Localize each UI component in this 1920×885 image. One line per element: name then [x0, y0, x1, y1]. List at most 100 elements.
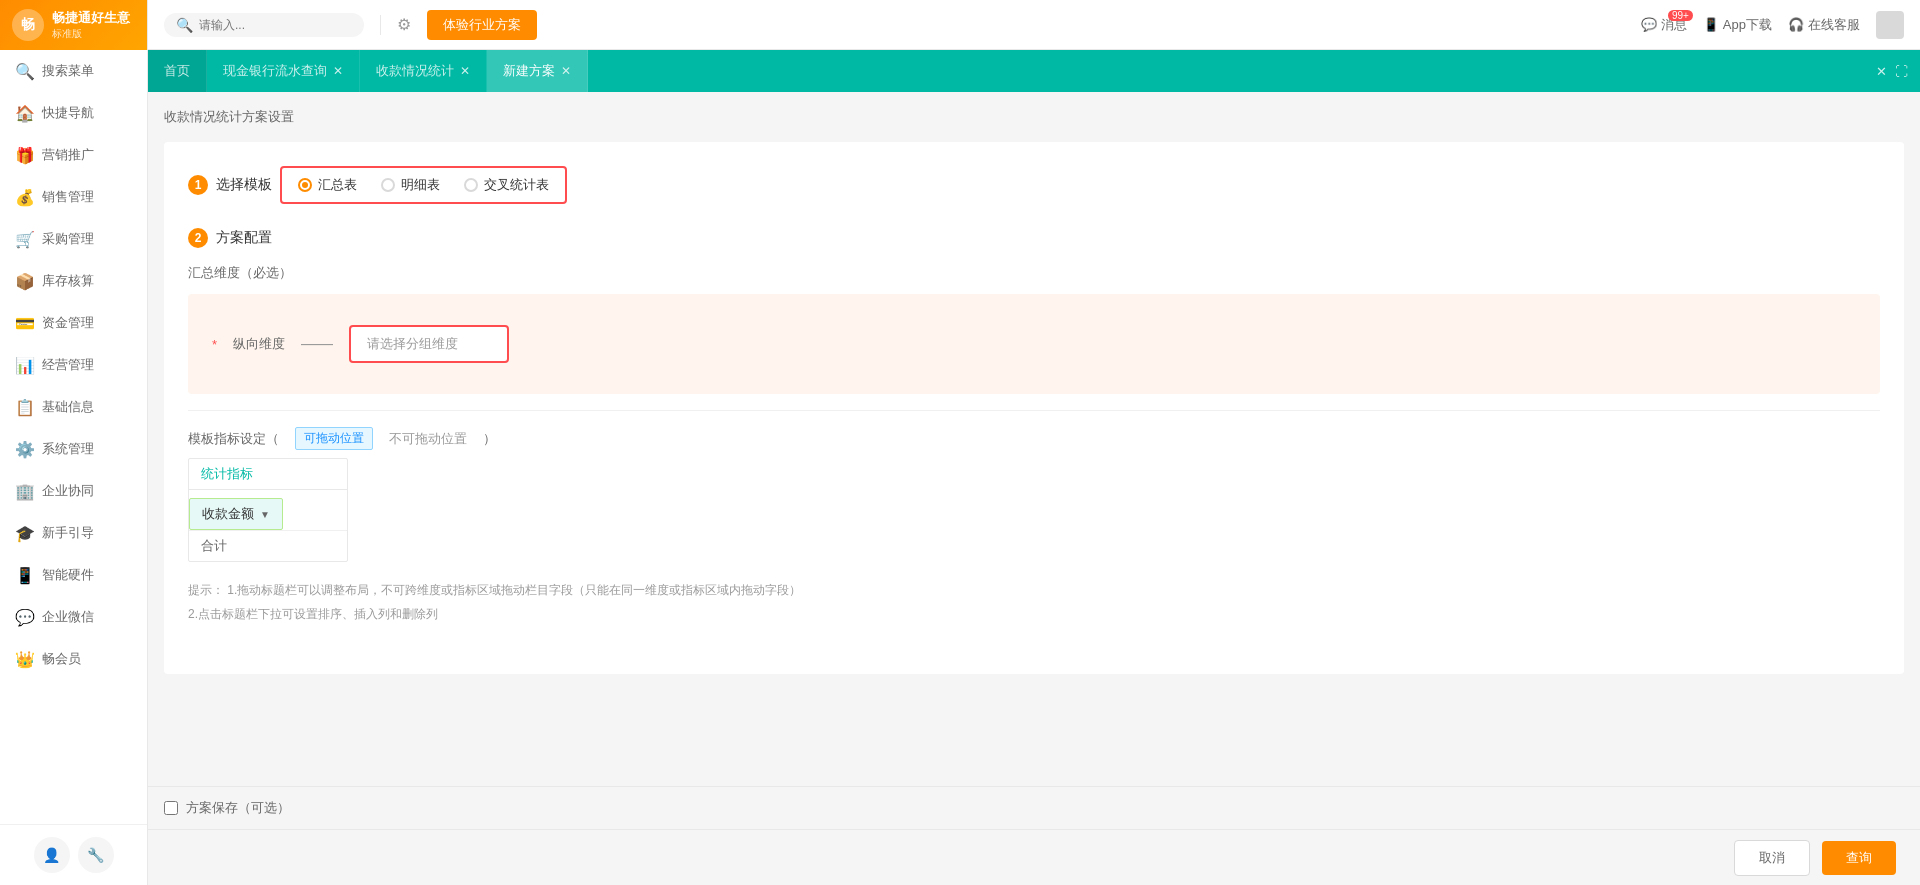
dropdown-arrow-icon: ▼: [260, 509, 270, 520]
tab-collection-stats-close[interactable]: ✕: [460, 64, 470, 78]
cancel-button[interactable]: 取消: [1734, 840, 1810, 876]
tab-home[interactable]: 首页: [148, 50, 207, 92]
settings-icon[interactable]: ⚙: [397, 15, 411, 34]
app-download-button[interactable]: 📱 App下载: [1703, 16, 1772, 34]
main-content: 收款情况统计方案设置 1 选择模板 汇总表: [148, 92, 1920, 786]
radio-cross-circle: [464, 178, 478, 192]
operations-icon: 📊: [16, 356, 34, 374]
logo-text: 畅捷通好生意 标准版: [52, 9, 130, 41]
tab-actions: ✕ ⛶: [1864, 50, 1920, 92]
dimension-subsection: 汇总维度（必选） * 纵向维度 —— 请选择分组维度: [188, 264, 1880, 394]
logo-icon: 畅: [12, 9, 44, 41]
topbar-divider: [380, 15, 381, 35]
system-icon: ⚙️: [16, 440, 34, 458]
template-radio-group: 汇总表 明细表 交叉统计表: [280, 166, 567, 204]
tab-bank-flow[interactable]: 现金银行流水查询 ✕: [207, 50, 360, 92]
topbar-search-box[interactable]: 🔍: [164, 13, 364, 37]
section2-header: 2 方案配置: [188, 228, 1880, 248]
metrics-header: 模板指标设定（ 可拖动位置 不可拖动位置 ）: [188, 427, 1880, 450]
save-option-bar: 方案保存（可选）: [148, 786, 1920, 829]
required-marker: *: [212, 337, 217, 352]
metrics-hint-end: ）: [483, 430, 496, 448]
sidebar-item-guide[interactable]: 🎓 新手引导: [0, 512, 147, 554]
tip-row-2: 2.点击标题栏下拉可设置排序、插入列和删除列: [188, 602, 1880, 626]
metric-total: 合计: [189, 530, 347, 561]
metrics-container: 统计指标 收款金额 ▼ 合计: [188, 458, 348, 562]
app-icon: 📱: [1703, 17, 1719, 32]
user-avatar[interactable]: [1876, 11, 1904, 39]
sidebar-item-inventory[interactable]: 📦 库存核算: [0, 260, 147, 302]
section-config: 2 方案配置 汇总维度（必选） * 纵向维度 —— 请选择分组维度: [188, 228, 1880, 626]
tab-new-plan[interactable]: 新建方案 ✕: [487, 50, 588, 92]
tips-section: 提示： 1.拖动标题栏可以调整布局，不可跨维度或指标区域拖动栏目字段（只能在同一…: [188, 578, 1880, 626]
home-icon: 🏠: [16, 104, 34, 122]
radio-cross[interactable]: 交叉统计表: [464, 176, 549, 194]
footer: 取消 查询: [148, 829, 1920, 885]
marketing-icon: 🎁: [16, 146, 34, 164]
tab-maximize-icon[interactable]: ⛶: [1895, 64, 1908, 79]
radio-summary[interactable]: 汇总表: [298, 176, 357, 194]
settings-card: 1 选择模板 汇总表 明细表: [164, 142, 1904, 674]
sidebar-logo: 畅 畅捷通好生意 标准版: [0, 0, 147, 50]
tabs-bar: 首页 现金银行流水查询 ✕ 收款情况统计 ✕ 新建方案 ✕ ✕ ⛶: [148, 50, 1920, 92]
sidebar-item-wechat[interactable]: 💬 企业微信: [0, 596, 147, 638]
sidebar-item-sales[interactable]: 💰 销售管理: [0, 176, 147, 218]
finance-icon: 💳: [16, 314, 34, 332]
sidebar-item-purchase[interactable]: 🛒 采购管理: [0, 218, 147, 260]
sidebar-item-member[interactable]: 👑 畅会员: [0, 638, 147, 680]
industry-plan-button[interactable]: 体验行业方案: [427, 10, 537, 40]
topbar: 🔍 ⚙ 体验行业方案 💬 消息 99+ 📱 App下载 🎧 在线客服: [148, 0, 1920, 50]
search-icon: 🔍: [176, 17, 193, 33]
topbar-right: 💬 消息 99+ 📱 App下载 🎧 在线客服: [1641, 11, 1904, 39]
sidebar-item-operations[interactable]: 📊 经营管理: [0, 344, 147, 386]
radio-summary-circle: [298, 178, 312, 192]
arrow-icon: ——: [301, 335, 333, 353]
base-info-icon: 📋: [16, 398, 34, 416]
section1-header: 1 选择模板 汇总表 明细表: [188, 166, 1880, 204]
metric-amount[interactable]: 收款金额 ▼: [189, 498, 283, 530]
sidebar-item-hardware[interactable]: 📱 智能硬件: [0, 554, 147, 596]
draggable-badge: 可拖动位置: [295, 427, 373, 450]
radio-detail[interactable]: 明细表: [381, 176, 440, 194]
sidebar-item-search[interactable]: 🔍 搜索菜单: [0, 50, 147, 92]
purchase-icon: 🛒: [16, 230, 34, 248]
wechat-icon: 💬: [16, 608, 34, 626]
sales-icon: 💰: [16, 188, 34, 206]
sidebar-user-btn[interactable]: 👤: [34, 837, 70, 873]
sidebar-item-base-info[interactable]: 📋 基础信息: [0, 386, 147, 428]
section-template: 1 选择模板 汇总表 明细表: [188, 166, 1880, 204]
tab-collection-stats[interactable]: 收款情况统计 ✕: [360, 50, 487, 92]
member-icon: 👑: [16, 650, 34, 668]
tab-close-all-icon[interactable]: ✕: [1876, 64, 1887, 79]
save-checkbox[interactable]: [164, 801, 178, 815]
divider: [188, 410, 1880, 411]
dimension-row: * 纵向维度 —— 请选择分组维度: [212, 325, 509, 363]
message-button[interactable]: 💬 消息 99+: [1641, 16, 1687, 34]
breadcrumb: 收款情况统计方案设置: [164, 108, 1904, 126]
service-icon: 🎧: [1788, 17, 1804, 32]
sidebar-item-finance[interactable]: 💳 资金管理: [0, 302, 147, 344]
sidebar-item-system[interactable]: ⚙️ 系统管理: [0, 428, 147, 470]
dimension-select[interactable]: 请选择分组维度: [349, 325, 509, 363]
hardware-icon: 📱: [16, 566, 34, 584]
sidebar-item-quick-nav[interactable]: 🏠 快捷导航: [0, 92, 147, 134]
sidebar-settings-btn[interactable]: 🔧: [78, 837, 114, 873]
tab-bank-flow-close[interactable]: ✕: [333, 64, 343, 78]
search-input[interactable]: [199, 18, 339, 32]
metrics-title: 统计指标: [189, 459, 347, 490]
dimension-area: * 纵向维度 —— 请选择分组维度: [188, 294, 1880, 394]
sidebar-item-enterprise[interactable]: 🏢 企业协同: [0, 470, 147, 512]
sidebar-item-marketing[interactable]: 🎁 营销推广: [0, 134, 147, 176]
tip-row-1: 提示： 1.拖动标题栏可以调整布局，不可跨维度或指标区域拖动栏目字段（只能在同一…: [188, 578, 1880, 602]
online-service-button[interactable]: 🎧 在线客服: [1788, 16, 1860, 34]
main-area: 🔍 ⚙ 体验行业方案 💬 消息 99+ 📱 App下载 🎧 在线客服: [148, 0, 1920, 885]
tab-new-plan-close[interactable]: ✕: [561, 64, 571, 78]
query-button[interactable]: 查询: [1822, 841, 1896, 875]
metrics-subsection: 模板指标设定（ 可拖动位置 不可拖动位置 ） 统计指标 收款金额 ▼: [188, 427, 1880, 562]
inventory-icon: 📦: [16, 272, 34, 290]
sidebar: 畅 畅捷通好生意 标准版 🔍 搜索菜单 🏠 快捷导航 🎁 营销推广 💰 销售管理…: [0, 0, 148, 885]
search-menu-icon: 🔍: [16, 62, 34, 80]
guide-icon: 🎓: [16, 524, 34, 542]
sidebar-nav: 🔍 搜索菜单 🏠 快捷导航 🎁 营销推广 💰 销售管理 🛒 采购管理 📦 库存核…: [0, 50, 147, 824]
sidebar-bottom: 👤 🔧: [0, 824, 147, 885]
